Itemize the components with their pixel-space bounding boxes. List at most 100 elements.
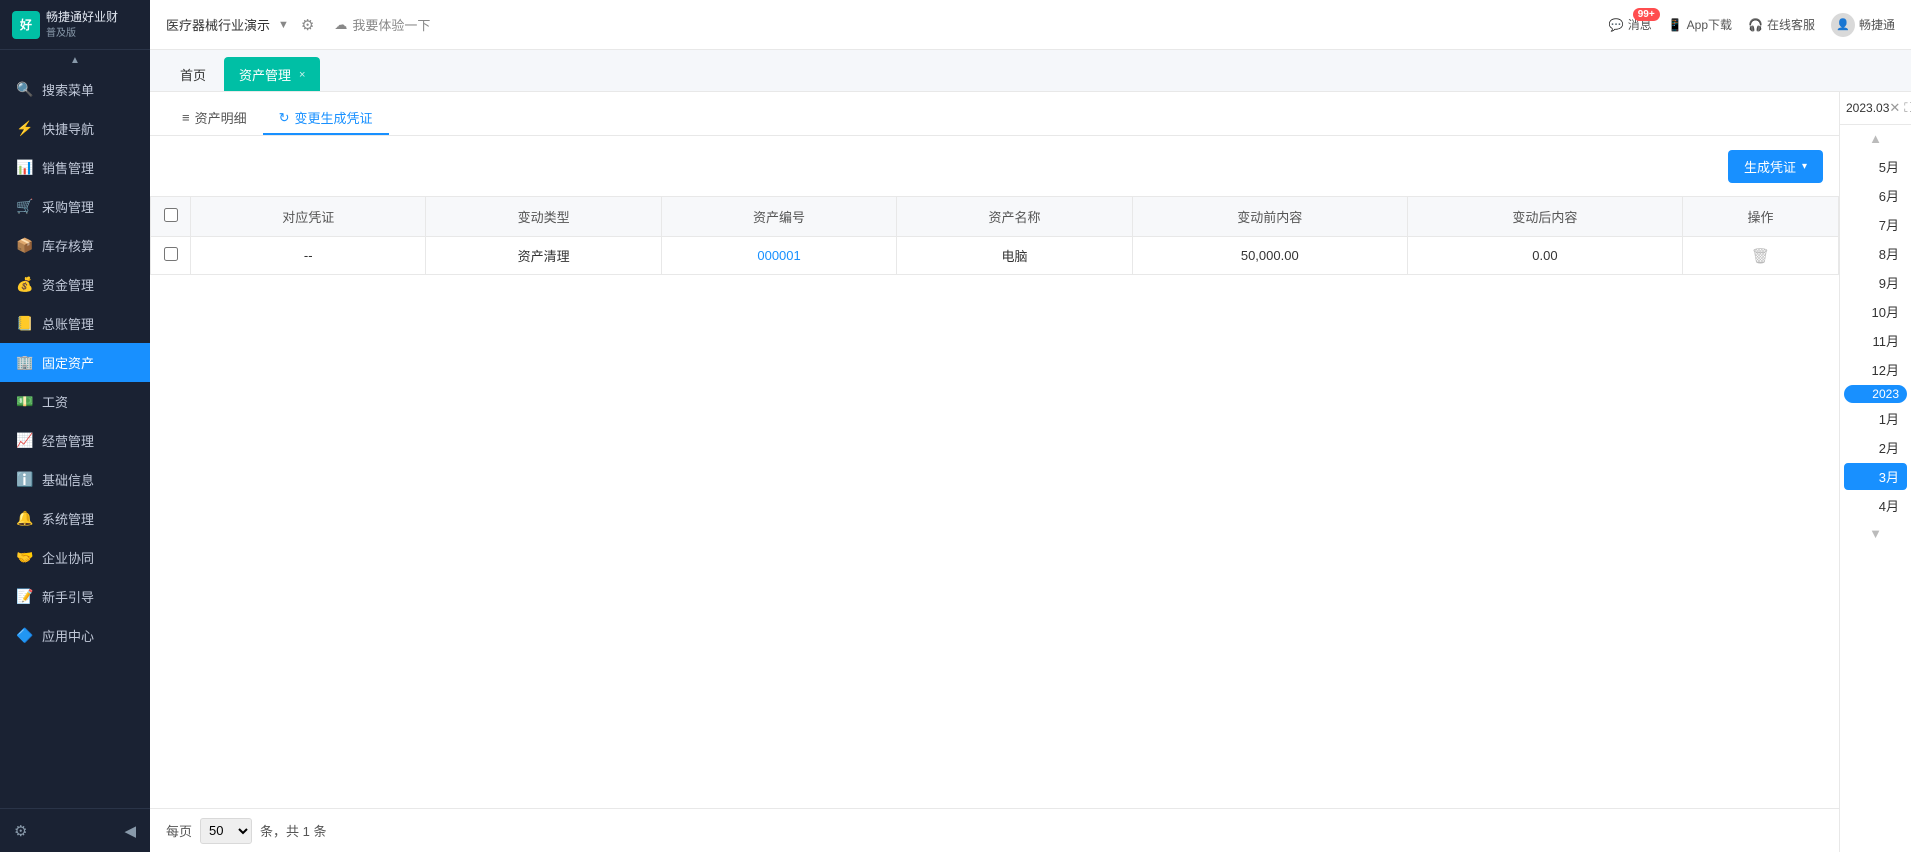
sidebar-label-purchase: 采购管理: [42, 197, 94, 216]
collapse-icon[interactable]: ◀: [124, 822, 136, 840]
app-center-icon: 🔷: [16, 627, 34, 645]
topbar: 医疗器械行业演示 ▼ ⚙ ☁ 我要体验一下 💬 消息 99+ 📱 App下载 🎧…: [150, 0, 1911, 50]
fixed-assets-icon: 🏢: [16, 354, 34, 372]
per-page-label: 每页: [166, 821, 192, 840]
calendar-header: 2023.03 ✕ ⛶: [1840, 92, 1911, 125]
generate-voucher-btn[interactable]: 生成凭证 ▾: [1728, 150, 1823, 183]
content-area: ≡ 资产明细 ↻ 变更生成凭证 生成凭证 ▾: [150, 92, 1839, 852]
app-download-btn[interactable]: 📱 App下载: [1668, 16, 1732, 33]
subtab-change-voucher[interactable]: ↻ 变更生成凭证: [263, 102, 389, 135]
sidebar-item-cooperation[interactable]: 🤝 企业协同: [0, 538, 150, 577]
calendar-month-5[interactable]: 5月: [1840, 152, 1911, 181]
calendar-month-7[interactable]: 7月: [1840, 210, 1911, 239]
calendar-panel: 2023.03 ✕ ⛶ ▲ 5月 6月 7月 8月 9月 10月 11月 12月…: [1839, 92, 1911, 852]
tab-close-icon[interactable]: ×: [299, 69, 305, 81]
calendar-month-9[interactable]: 9月: [1840, 268, 1911, 297]
topbar-right: 💬 消息 99+ 📱 App下载 🎧 在线客服 👤 畅捷通: [1609, 13, 1895, 37]
topbar-gear-icon[interactable]: ⚙: [301, 16, 314, 34]
sidebar: 好 畅捷通好业财 普及版 ▲ 🔍搜索菜单⚡快捷导航📊销售管理 🛒 采购管理 📦 库存核算…: [0, 0, 150, 852]
sidebar-item-search[interactable]: 🔍搜索菜单: [0, 70, 150, 109]
sidebar-scroll-up[interactable]: ▲: [0, 50, 150, 70]
inventory-icon: 📦: [16, 237, 34, 255]
col-before-change: 变动前内容: [1132, 197, 1407, 237]
tab-asset-mgmt[interactable]: 资产管理 ×: [224, 57, 320, 91]
sidebar-label-inventory: 库存核算: [42, 236, 94, 255]
sidebar-item-quick-nav[interactable]: ⚡快捷导航: [0, 109, 150, 148]
subtab-detail-label: 资产明细: [195, 108, 247, 127]
tab-home[interactable]: 首页: [166, 57, 220, 91]
table-header-row: 对应凭证 变动类型 资产编号 资产名称 变动前内容 变动后内容 操作: [151, 197, 1839, 237]
logo-icon: 好: [12, 11, 40, 39]
customer-service-btn[interactable]: 🎧 在线客服: [1748, 16, 1815, 33]
company-dropdown-icon[interactable]: ▼: [278, 19, 289, 31]
logo-text: 畅捷通好业财: [46, 10, 118, 24]
settings-icon[interactable]: ⚙: [14, 822, 27, 840]
calendar-month-8[interactable]: 8月: [1840, 239, 1911, 268]
cooperation-icon: 🤝: [16, 549, 34, 567]
col-asset-name: 资产名称: [897, 197, 1132, 237]
calendar-scroll-down[interactable]: ▼: [1840, 520, 1911, 547]
sidebar-item-purchase[interactable]: 🛒 采购管理: [0, 187, 150, 226]
col-checkbox: [151, 197, 191, 237]
calendar-month-6[interactable]: 6月: [1840, 181, 1911, 210]
cloud-icon: ☁: [334, 17, 347, 33]
basic-info-icon: ℹ️: [16, 471, 34, 489]
sidebar-label-payroll: 工资: [42, 392, 68, 411]
funds-icon: 💰: [16, 276, 34, 294]
phone-icon: 📱: [1668, 18, 1683, 32]
user-menu[interactable]: 👤 畅捷通: [1831, 13, 1895, 37]
row-checkbox-cell: [151, 237, 191, 275]
user-label: 畅捷通: [1859, 16, 1895, 33]
experience-btn[interactable]: ☁ 我要体验一下: [334, 15, 430, 34]
calendar-month-10[interactable]: 10月: [1840, 297, 1911, 326]
sidebar-label-app-center: 应用中心: [42, 626, 94, 645]
select-all-checkbox[interactable]: [164, 208, 178, 222]
calendar-month-11[interactable]: 11月: [1840, 326, 1911, 355]
payroll-icon: 💵: [16, 393, 34, 411]
page-size-select[interactable]: 10 20 50 100: [200, 818, 252, 844]
subtab-bar: ≡ 资产明细 ↻ 变更生成凭证: [150, 92, 1839, 136]
sidebar-item-ledger[interactable]: 📒 总账管理: [0, 304, 150, 343]
calendar-month-12[interactable]: 12月: [1840, 355, 1911, 384]
sidebar-item-basic-info[interactable]: ℹ️ 基础信息: [0, 460, 150, 499]
calendar-close-icon[interactable]: ✕: [1889, 100, 1900, 116]
calendar-year-2023[interactable]: 2023: [1844, 385, 1907, 403]
calendar-scroll-up[interactable]: ▲: [1840, 125, 1911, 152]
sidebar-item-app-center[interactable]: 🔷 应用中心: [0, 616, 150, 655]
sidebar-label-basic-info: 基础信息: [42, 470, 94, 489]
logo-sub: 普及版: [46, 24, 118, 39]
sidebar-label-cooperation: 企业协同: [42, 548, 94, 567]
message-btn[interactable]: 💬 消息 99+: [1609, 16, 1652, 33]
generate-btn-label: 生成凭证: [1744, 157, 1796, 176]
calendar-month-3-active[interactable]: 3月: [1844, 463, 1907, 490]
customer-service-label: 在线客服: [1767, 16, 1815, 33]
sidebar-item-guide[interactable]: 📝新手引导: [0, 577, 150, 616]
tabbar: 首页 资产管理 ×: [150, 50, 1911, 92]
sidebar-item-inventory[interactable]: 📦 库存核算: [0, 226, 150, 265]
sidebar-item-payroll[interactable]: 💵 工资: [0, 382, 150, 421]
calendar-month-2[interactable]: 2月: [1840, 433, 1911, 462]
calendar-month-4[interactable]: 4月: [1840, 491, 1911, 520]
delete-icon[interactable]: 🗑: [1751, 248, 1770, 265]
row-checkbox[interactable]: [164, 247, 178, 261]
sidebar-bottom: ⚙ ◀: [0, 808, 150, 852]
subtab-asset-detail[interactable]: ≡ 资产明细: [166, 102, 263, 135]
subtab-detail-icon: ≡: [182, 110, 190, 125]
sidebar-item-sales[interactable]: 📊销售管理: [0, 148, 150, 187]
calendar-expand-icon[interactable]: ⛶: [1904, 100, 1911, 116]
calendar-month-1[interactable]: 1月: [1840, 404, 1911, 433]
app-download-label: App下载: [1687, 16, 1732, 33]
sidebar-item-system[interactable]: 🔔系统管理: [0, 499, 150, 538]
total-label: 条，共 1 条: [260, 821, 326, 840]
sidebar-item-operations[interactable]: 📈经营管理: [0, 421, 150, 460]
sidebar-item-funds[interactable]: 💰资金管理: [0, 265, 150, 304]
topbar-left: 医疗器械行业演示 ▼ ⚙ ☁ 我要体验一下: [166, 15, 430, 34]
ledger-icon: 📒: [16, 315, 34, 333]
tab-asset-mgmt-label: 资产管理: [239, 65, 291, 84]
col-after-change: 变动后内容: [1407, 197, 1682, 237]
col-voucher: 对应凭证: [191, 197, 426, 237]
sidebar-label-ledger: 总账管理: [42, 314, 94, 333]
col-change-type: 变动类型: [426, 197, 661, 237]
sidebar-item-fixed-assets[interactable]: 🏢固定资产: [0, 343, 150, 382]
purchase-icon: 🛒: [16, 198, 34, 216]
